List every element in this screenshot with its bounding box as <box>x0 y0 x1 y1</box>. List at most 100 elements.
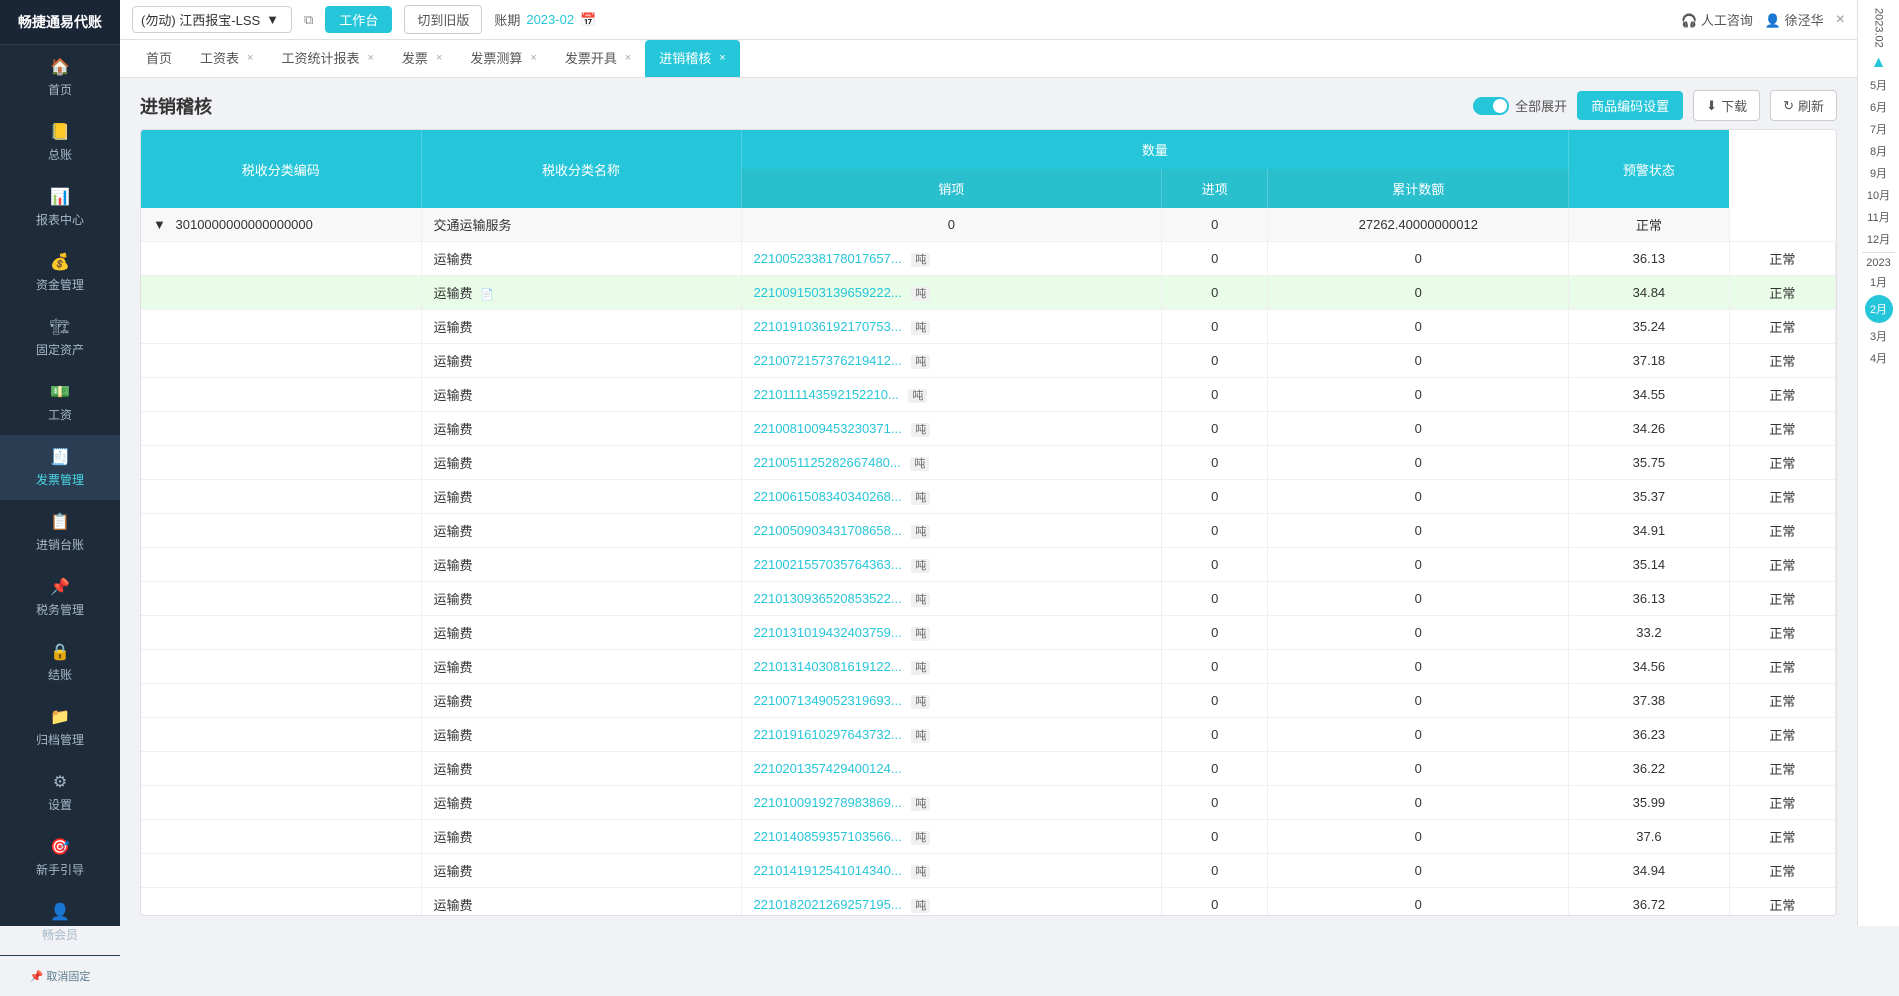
sidebar-item-settings[interactable]: ⚙设置 <box>0 760 120 825</box>
tab-close-发票[interactable]: × <box>436 52 442 64</box>
invoice-icon: 🧾 <box>50 447 70 467</box>
sidebar-item-home[interactable]: 🏠首页 <box>0 45 120 110</box>
unpin-button[interactable]: 📌 取消固定 <box>0 955 120 996</box>
cal-month-4月[interactable]: 4月 <box>1865 347 1893 369</box>
support-button[interactable]: 🎧 人工咨询 <box>1681 10 1753 29</box>
cell-code <box>141 582 421 616</box>
col-subheader-input: 进项 <box>1162 169 1268 208</box>
unit-tag: 吨 <box>911 321 930 335</box>
sidebar-item-capital[interactable]: 💰资金管理 <box>0 240 120 305</box>
cell-total: 34.55 <box>1569 378 1730 412</box>
copy-icon[interactable]: ⧉ <box>304 12 313 28</box>
sidebar: 畅捷通易代账 🏠首页📒总账📊报表中心💰资金管理🏗固定资产💵工资🧾发票管理📋进销台… <box>0 0 120 926</box>
workspace-button[interactable]: 工作台 <box>325 6 392 33</box>
cal-month-1月[interactable]: 1月 <box>1865 271 1893 293</box>
sidebar-item-sales[interactable]: 📋进销台账 <box>0 500 120 565</box>
unit-tag: 吨 <box>911 525 930 539</box>
sidebar-item-ledger[interactable]: 📒总账 <box>0 110 120 175</box>
cal-month-5月[interactable]: 5月 <box>1863 74 1894 96</box>
cal-month-8月[interactable]: 8月 <box>1863 140 1894 162</box>
cell-invoice: 2210061508340340268... 吨 <box>741 480 1162 514</box>
cal-month-7月[interactable]: 7月 <box>1863 118 1894 140</box>
col-header-quantity: 数量 <box>741 130 1569 169</box>
archive-icon: 📁 <box>50 707 70 727</box>
cell-input: 0 <box>1162 208 1268 242</box>
cell-input: 0 <box>1268 786 1569 820</box>
refresh-icon: ↻ <box>1783 98 1794 114</box>
table-row: 运输费 2210140859357103566... 吨 0 0 37.6 正常 <box>141 820 1836 854</box>
cal-month-11月[interactable]: 11月 <box>1863 206 1894 228</box>
unit-tag: 吨 <box>911 865 930 879</box>
cal-month-9月[interactable]: 9月 <box>1863 162 1894 184</box>
tab-close-发票测算[interactable]: × <box>530 52 536 64</box>
sidebar-item-member[interactable]: 👤畅会员 <box>0 890 120 955</box>
table-row: 运输费 2210052338178017657... 吨 0 0 36.13 正… <box>141 242 1836 276</box>
cell-name: 运输费 <box>421 514 741 548</box>
refresh-button[interactable]: ↻ 刷新 <box>1770 90 1837 121</box>
company-selector[interactable]: (勿动) 江西报宝-LSS ▼ <box>132 6 292 33</box>
cell-code <box>141 650 421 684</box>
period-selector[interactable]: 账期 2023-02 📅 <box>494 10 596 29</box>
tab-close-工资表[interactable]: × <box>247 52 253 64</box>
member-icon: 👤 <box>50 902 70 922</box>
cell-name: 运输费 <box>421 548 741 582</box>
cell-invoice: 2210091503139659222... 吨 <box>741 276 1162 310</box>
tab-首页[interactable]: 首页 <box>132 40 186 77</box>
cell-total: 36.13 <box>1569 582 1730 616</box>
sidebar-item-close[interactable]: 🔒结账 <box>0 630 120 695</box>
table-row: 运输费 2210061508340340268... 吨 0 0 35.37 正… <box>141 480 1836 514</box>
unit-tag: 吨 <box>911 491 930 505</box>
sidebar-item-invoice[interactable]: 🧾发票管理 <box>0 435 120 500</box>
user-menu[interactable]: 👤 徐泾华 <box>1765 10 1824 29</box>
cell-input: 0 <box>1268 344 1569 378</box>
tab-发票[interactable]: 发票× <box>388 40 456 77</box>
cell-total: 34.94 <box>1569 854 1730 888</box>
cal-month-12月[interactable]: 12月 <box>1863 228 1894 250</box>
tab-close-发票开具[interactable]: × <box>625 52 631 64</box>
cell-sale: 0 <box>1162 650 1268 684</box>
cell-name: 运输费 <box>421 820 741 854</box>
cell-status: 正常 <box>1729 242 1835 276</box>
topbar-close-button[interactable]: × <box>1836 11 1845 29</box>
cell-sale: 0 <box>1162 718 1268 752</box>
sidebar-item-salary[interactable]: 💵工资 <box>0 370 120 435</box>
sidebar-item-tax[interactable]: 📌税务管理 <box>0 565 120 630</box>
tab-工资表[interactable]: 工资表× <box>186 40 267 77</box>
switch-version-button[interactable]: 切到旧版 <box>404 5 482 34</box>
cell-name: 运输费 <box>421 344 741 378</box>
cell-total: 27262.40000000012 <box>1268 208 1569 242</box>
cal-month-6月[interactable]: 6月 <box>1863 96 1894 118</box>
cell-code <box>141 344 421 378</box>
cell-code <box>141 514 421 548</box>
tab-工资统计报表[interactable]: 工资统计报表× <box>267 40 387 77</box>
tab-发票测算[interactable]: 发票测算× <box>456 40 550 77</box>
settings-button[interactable]: 商品编码设置 <box>1577 91 1683 120</box>
download-button[interactable]: ⬇ 下载 <box>1693 90 1760 121</box>
table-row: 运输费 2210072157376219412... 吨 0 0 37.18 正… <box>141 344 1836 378</box>
cal-month-2月[interactable]: 2月 <box>1865 295 1893 323</box>
tab-close-进销稽核[interactable]: × <box>719 52 725 64</box>
cell-invoice: 2210100919278983869... 吨 <box>741 786 1162 820</box>
cal-month-10月[interactable]: 10月 <box>1863 184 1894 206</box>
cal-up-arrow[interactable]: ▲ <box>1869 52 1889 74</box>
cell-invoice: 2210141912541014340... 吨 <box>741 854 1162 888</box>
sidebar-item-assets[interactable]: 🏗固定资产 <box>0 305 120 370</box>
tab-发票开具[interactable]: 发票开具× <box>551 40 645 77</box>
cal-month-3月[interactable]: 3月 <box>1865 325 1893 347</box>
sidebar-item-report[interactable]: 📊报表中心 <box>0 175 120 240</box>
cell-sale: 0 <box>1162 242 1268 276</box>
expand-icon[interactable]: ▼ <box>153 217 166 232</box>
cell-sale: 0 <box>1162 344 1268 378</box>
topbar: (勿动) 江西报宝-LSS ▼ ⧉ 工作台 切到旧版 账期 2023-02 📅 … <box>120 0 1857 40</box>
sidebar-item-archive[interactable]: 📁归档管理 <box>0 695 120 760</box>
toggle-switch[interactable] <box>1473 97 1509 115</box>
cell-invoice: 2210071349052319693... 吨 <box>741 684 1162 718</box>
expand-toggle[interactable]: 全部展开 <box>1473 96 1567 115</box>
sidebar-item-guide[interactable]: 🎯新手引导 <box>0 825 120 890</box>
cell-code <box>141 854 421 888</box>
tab-进销稽核[interactable]: 进销稽核× <box>645 40 739 77</box>
tab-close-工资统计报表[interactable]: × <box>367 52 373 64</box>
cell-sale: 0 <box>1162 480 1268 514</box>
table-row: 运输费 2210131019432403759... 吨 0 0 33.2 正常 <box>141 616 1836 650</box>
settings-icon: ⚙ <box>53 772 67 792</box>
